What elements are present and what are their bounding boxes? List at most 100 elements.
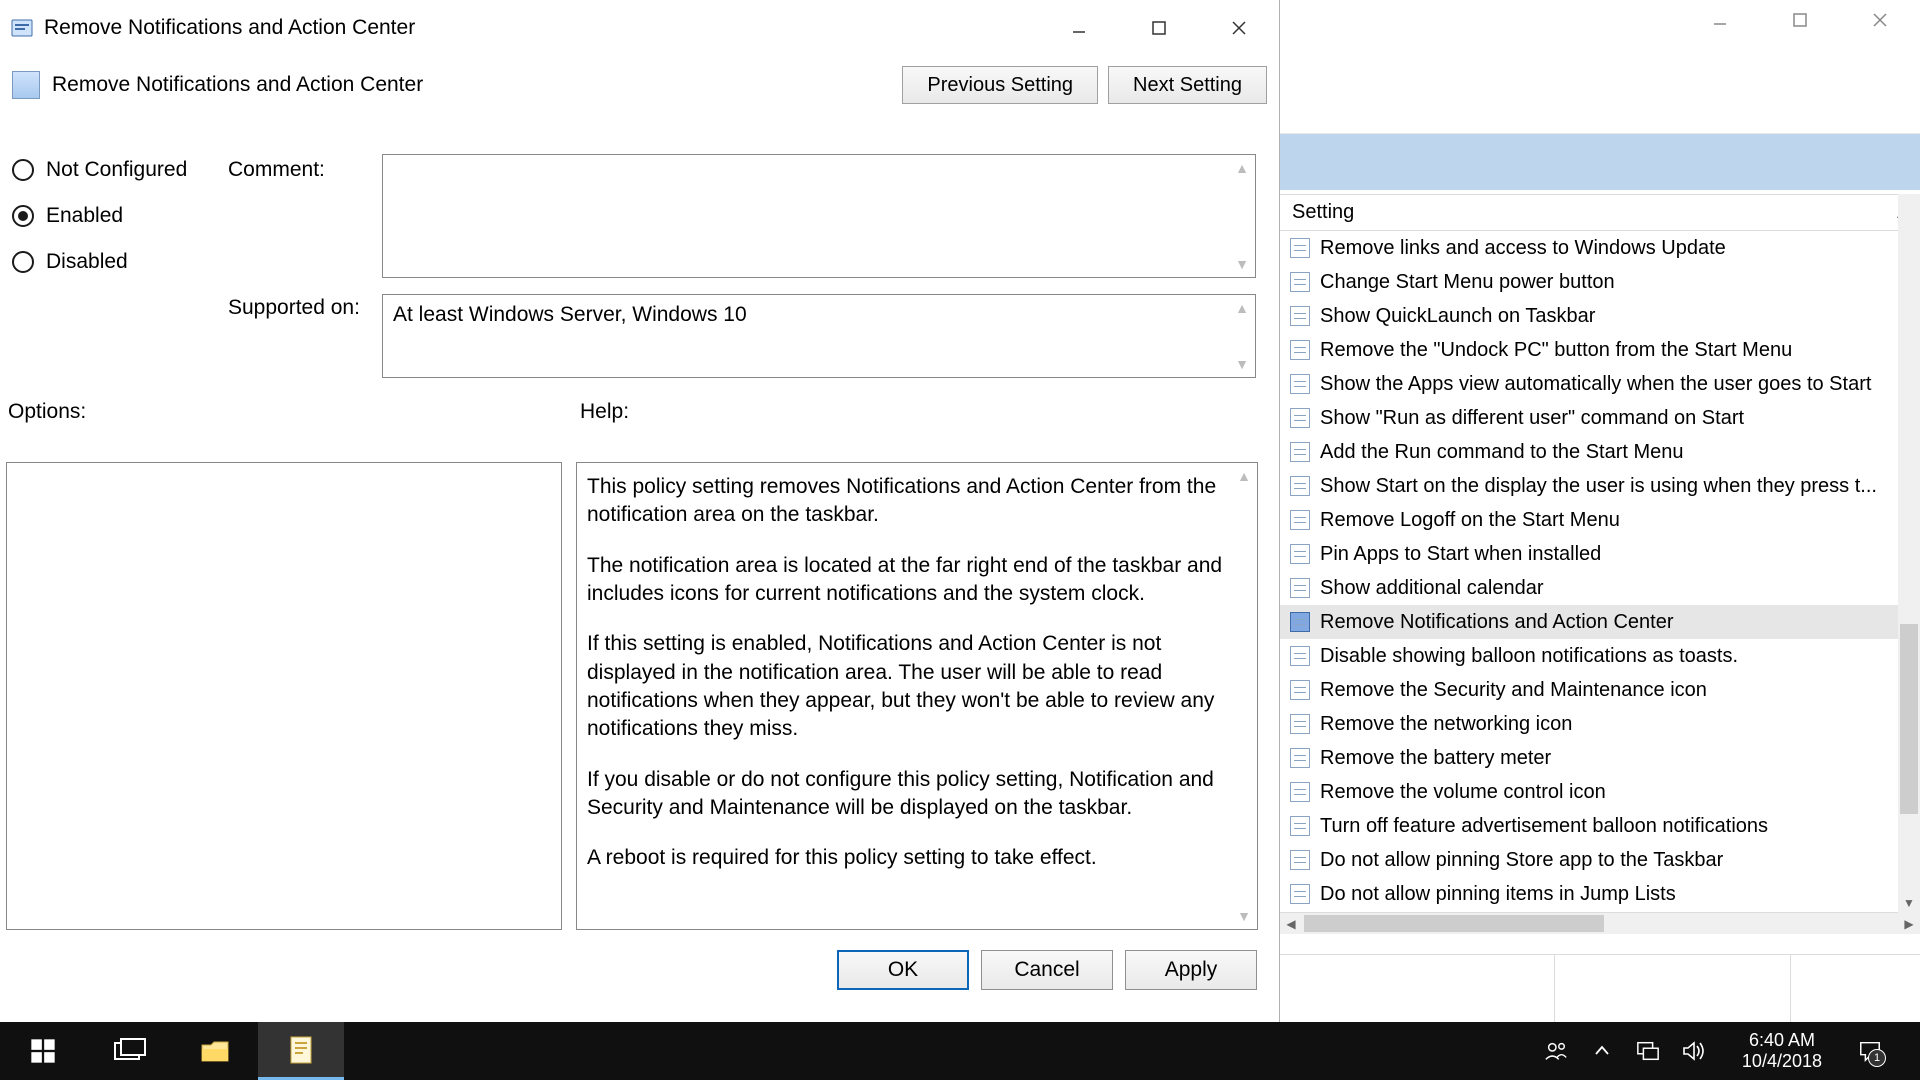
radio-enabled[interactable]: Enabled — [12, 204, 187, 228]
bg-close-button[interactable] — [1840, 0, 1920, 40]
radio-disabled[interactable]: Disabled — [12, 250, 187, 274]
scroll-down-icon[interactable]: ▼ — [1235, 907, 1253, 925]
taskbar: 6:40 AM 10/4/2018 1 — [0, 1022, 1920, 1080]
bg-statusbar — [1280, 954, 1920, 1022]
scroll-right-icon[interactable]: ▶ — [1898, 917, 1920, 931]
options-label: Options: — [8, 400, 86, 424]
task-view-button[interactable] — [86, 1022, 172, 1080]
policy-list-item[interactable]: Show QuickLaunch on Taskbar — [1280, 299, 1920, 333]
previous-setting-button[interactable]: Previous Setting — [902, 66, 1098, 104]
help-text: This policy setting removes Notification… — [587, 473, 1229, 873]
policy-item-label: Show "Run as different user" command on … — [1320, 407, 1744, 430]
taskbar-clock[interactable]: 6:40 AM 10/4/2018 — [1728, 1030, 1836, 1071]
policy-header: Remove Notifications and Action Center P… — [0, 56, 1279, 122]
scroll-down-icon[interactable]: ▼ — [1898, 892, 1920, 914]
bg-selected-node-band — [1280, 134, 1920, 190]
policy-item-label: Add the Run command to the Start Menu — [1320, 441, 1684, 464]
policy-item-label: Show QuickLaunch on Taskbar — [1320, 305, 1595, 328]
policy-item-label: Remove links and access to Windows Updat… — [1320, 237, 1726, 260]
radio-label: Enabled — [46, 204, 123, 228]
help-label: Help: — [580, 400, 629, 424]
policy-item-label: Do not allow pinning items in Jump Lists — [1320, 883, 1676, 906]
policy-item-icon — [1290, 884, 1310, 904]
policy-item-icon — [1290, 714, 1310, 734]
policy-item-icon — [1290, 306, 1310, 326]
ok-button[interactable]: OK — [837, 950, 969, 990]
help-panel[interactable]: This policy setting removes Notification… — [576, 462, 1258, 930]
policy-list: Setting ▲ Remove links and access to Win… — [1280, 194, 1920, 934]
gpedit-taskbar-button[interactable] — [258, 1022, 344, 1080]
minimize-button[interactable] — [1039, 8, 1119, 48]
scroll-up-icon[interactable]: ▲ — [1235, 467, 1253, 485]
policy-list-item[interactable]: Pin Apps to Start when installed — [1280, 537, 1920, 571]
policy-list-item[interactable]: Disable showing balloon notifications as… — [1280, 639, 1920, 673]
scroll-left-icon[interactable]: ◀ — [1280, 917, 1302, 931]
policy-item-label: Show Start on the display the user is us… — [1320, 475, 1877, 498]
help-paragraph: This policy setting removes Notification… — [587, 473, 1229, 530]
policy-item-icon — [1290, 646, 1310, 666]
policy-item-label: Remove the networking icon — [1320, 713, 1572, 736]
policy-list-item[interactable]: Show the Apps view automatically when th… — [1280, 367, 1920, 401]
vertical-scrollbar[interactable]: ▼ — [1898, 194, 1920, 914]
clock-date: 10/4/2018 — [1742, 1051, 1822, 1072]
policy-list-item[interactable]: Remove the "Undock PC" button from the S… — [1280, 333, 1920, 367]
policy-item-icon — [1290, 578, 1310, 598]
maximize-button[interactable] — [1119, 8, 1199, 48]
scroll-up-icon[interactable]: ▲ — [1233, 159, 1251, 177]
policy-item-label: Disable showing balloon notifications as… — [1320, 645, 1738, 668]
people-tray-icon[interactable] — [1544, 1039, 1568, 1063]
radio-icon — [12, 205, 34, 227]
network-tray-icon[interactable] — [1636, 1039, 1660, 1063]
policy-list-item[interactable]: Remove the volume control icon — [1280, 775, 1920, 809]
policy-item-icon — [1290, 272, 1310, 292]
policy-item-label: Pin Apps to Start when installed — [1320, 543, 1601, 566]
start-button[interactable] — [0, 1022, 86, 1080]
radio-icon — [12, 159, 34, 181]
action-center-tray-icon[interactable]: 1 — [1858, 1039, 1882, 1063]
policy-list-item[interactable]: Remove links and access to Windows Updat… — [1280, 231, 1920, 265]
policy-list-item[interactable]: Add the Run command to the Start Menu — [1280, 435, 1920, 469]
bg-maximize-button[interactable] — [1760, 0, 1840, 40]
file-explorer-taskbar-button[interactable] — [172, 1022, 258, 1080]
supported-on-textbox: At least Windows Server, Windows 10 ▲ ▼ — [382, 294, 1256, 378]
help-paragraph: The notification area is located at the … — [587, 552, 1229, 609]
cancel-button[interactable]: Cancel — [981, 950, 1113, 990]
close-button[interactable] — [1199, 8, 1279, 48]
policy-item-label: Show the Apps view automatically when th… — [1320, 373, 1871, 396]
policy-item-icon — [1290, 408, 1310, 428]
next-setting-button[interactable]: Next Setting — [1108, 66, 1267, 104]
policy-list-item[interactable]: Show "Run as different user" command on … — [1280, 401, 1920, 435]
policy-list-header[interactable]: Setting ▲ — [1280, 194, 1920, 231]
policy-item-icon — [1290, 612, 1310, 632]
scroll-down-icon[interactable]: ▼ — [1233, 355, 1251, 373]
policy-list-item[interactable]: Change Start Menu power button — [1280, 265, 1920, 299]
bg-minimize-button[interactable] — [1680, 0, 1760, 40]
policy-list-item[interactable]: Show Start on the display the user is us… — [1280, 469, 1920, 503]
horizontal-scrollbar[interactable]: ◀ ▶ — [1280, 912, 1920, 934]
comment-textarea[interactable]: ▲ ▼ — [382, 154, 1256, 278]
apply-button[interactable]: Apply — [1125, 950, 1257, 990]
policy-list-item[interactable]: Remove Notifications and Action Center — [1280, 605, 1920, 639]
policy-item-label: Show additional calendar — [1320, 577, 1544, 600]
scrollbar-thumb[interactable] — [1304, 915, 1604, 932]
policy-item-icon — [1290, 748, 1310, 768]
radio-not-configured[interactable]: Not Configured — [12, 158, 187, 182]
dialog-button-row: OK Cancel Apply — [837, 950, 1257, 990]
scroll-down-icon[interactable]: ▼ — [1233, 255, 1251, 273]
volume-tray-icon[interactable] — [1682, 1039, 1706, 1063]
policy-list-item[interactable]: Remove the networking icon — [1280, 707, 1920, 741]
policy-list-item[interactable]: Turn off feature advertisement balloon n… — [1280, 809, 1920, 843]
tray-overflow-icon[interactable] — [1590, 1039, 1614, 1063]
scrollbar-thumb[interactable] — [1900, 624, 1918, 814]
policy-list-item[interactable]: Remove the battery meter — [1280, 741, 1920, 775]
policy-list-item[interactable]: Do not allow pinning Store app to the Ta… — [1280, 843, 1920, 877]
policy-list-item[interactable]: Remove Logoff on the Start Menu — [1280, 503, 1920, 537]
policy-item-icon — [1290, 442, 1310, 462]
policy-list-item[interactable]: Do not allow pinning items in Jump Lists — [1280, 877, 1920, 911]
policy-list-item[interactable]: Remove the Security and Maintenance icon — [1280, 673, 1920, 707]
notification-badge: 1 — [1868, 1049, 1886, 1067]
policy-item-label: Remove the Security and Maintenance icon — [1320, 679, 1707, 702]
scroll-up-icon[interactable]: ▲ — [1233, 299, 1251, 317]
titlebar: Remove Notifications and Action Center — [0, 0, 1279, 56]
policy-list-item[interactable]: Show additional calendar — [1280, 571, 1920, 605]
